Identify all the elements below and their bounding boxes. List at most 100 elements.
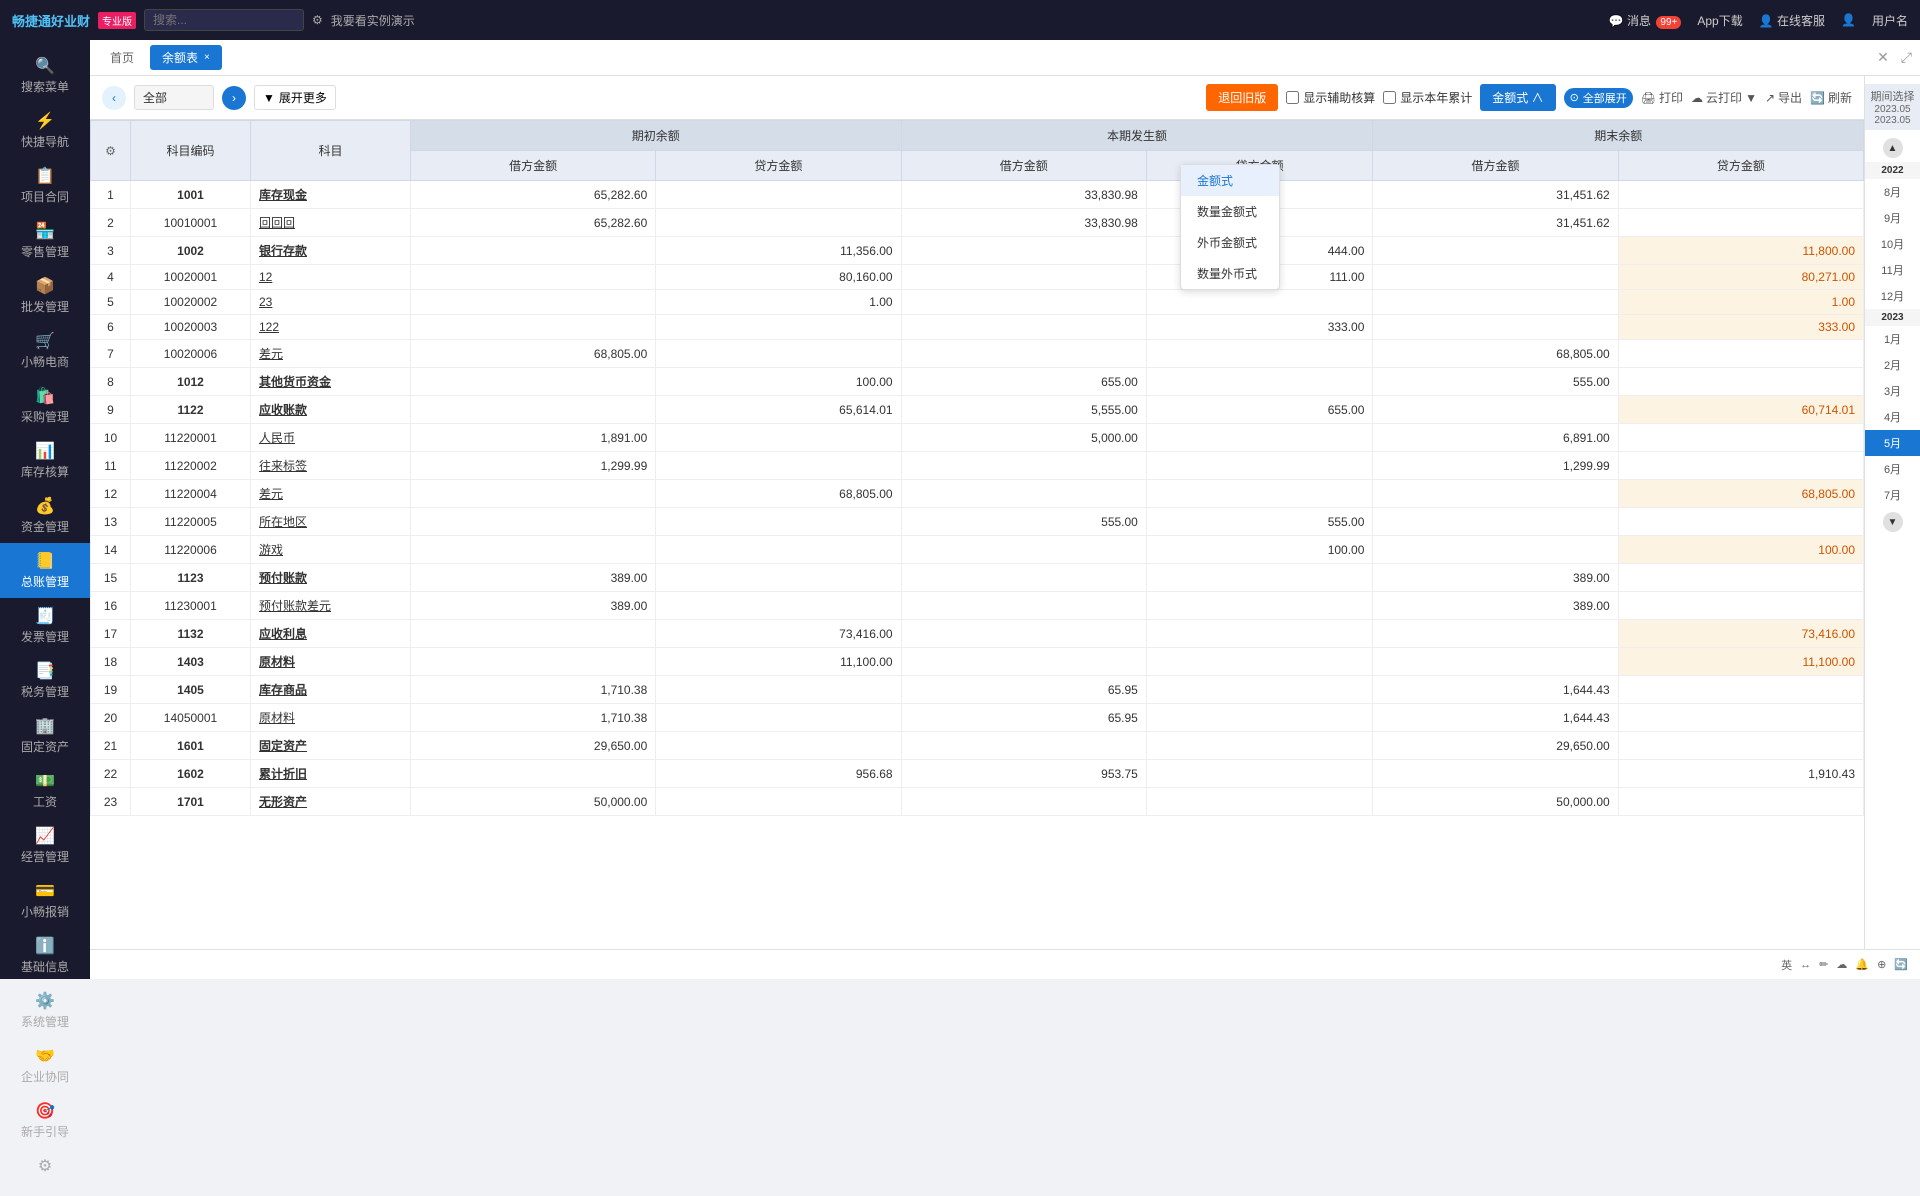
sidebar-item-invoice[interactable]: 🧾 发票管理 xyxy=(0,598,90,653)
row-subject[interactable]: 固定资产 xyxy=(251,732,411,760)
message-btn[interactable]: 💬 消息 99+ xyxy=(1609,12,1682,29)
show-year-total-check[interactable]: 显示本年累计 xyxy=(1383,89,1472,106)
online-service-btn[interactable]: 👤 在线客服 xyxy=(1759,12,1825,29)
table-settings-icon[interactable]: ⚙ xyxy=(105,144,116,158)
month-oct[interactable]: 10月 xyxy=(1865,231,1920,257)
month-sep[interactable]: 9月 xyxy=(1865,205,1920,231)
table-row[interactable]: 21 1601 固定资产 29,650.00 29,650.00 xyxy=(91,732,1864,760)
row-subject[interactable]: 银行存款 xyxy=(251,237,411,265)
month-jun[interactable]: 6月 xyxy=(1865,456,1920,482)
sidebar-item-quicknav[interactable]: ⚡ 快捷导航 xyxy=(0,103,90,158)
table-row[interactable]: 15 1123 预付账款 389.00 389.00 xyxy=(91,564,1864,592)
user-avatar[interactable]: 👤 xyxy=(1841,13,1856,27)
top-search-input[interactable] xyxy=(144,9,304,31)
table-row[interactable]: 23 1701 无形资产 50,000.00 50,000.00 xyxy=(91,788,1864,816)
sidebar-item-ledger[interactable]: 📒 总账管理 xyxy=(0,543,90,598)
row-subject[interactable]: 差元 xyxy=(251,480,411,508)
table-row[interactable]: 20 14050001 原材料 1,710.38 65.95 1,644.43 xyxy=(91,704,1864,732)
cloud-icon[interactable]: ☁ xyxy=(1836,958,1847,971)
format-btn[interactable]: 金额式 ∧ xyxy=(1480,84,1555,111)
row-subject[interactable]: 122 xyxy=(251,315,411,340)
table-row[interactable]: 14 11220006 游戏 100.00 100.00 xyxy=(91,536,1864,564)
sidebar-settings-btn[interactable]: ⚙ xyxy=(34,1148,56,1184)
row-subject[interactable]: 应收利息 xyxy=(251,620,411,648)
sidebar-item-basicinfo[interactable]: ℹ️ 基础信息 xyxy=(0,928,90,983)
month-jan[interactable]: 1月 xyxy=(1865,326,1920,352)
format-option-foreign-amount[interactable]: 外币金额式 xyxy=(1181,227,1279,258)
back-to-old-btn[interactable]: 退回旧版 xyxy=(1206,84,1278,111)
export-btn[interactable]: ↗ 导出 xyxy=(1765,89,1802,106)
format-option-amount[interactable]: 金额式 xyxy=(1181,165,1279,196)
notification-icon[interactable]: 🔔 xyxy=(1855,958,1869,971)
row-subject[interactable]: 所在地区 xyxy=(251,508,411,536)
month-apr[interactable]: 4月 xyxy=(1865,404,1920,430)
sidebar-item-tax[interactable]: 📑 税务管理 xyxy=(0,653,90,708)
tab-balance-sheet[interactable]: 余额表 × xyxy=(150,45,222,70)
back-btn[interactable]: ‹ xyxy=(102,86,126,110)
month-may[interactable]: 5月 xyxy=(1865,430,1920,456)
table-row[interactable]: 22 1602 累计折旧 956.68 953.75 1,910.43 xyxy=(91,760,1864,788)
row-subject[interactable]: 回回回 xyxy=(251,209,411,237)
sidebar-item-reimbursement[interactable]: 💳 小畅报销 xyxy=(0,873,90,928)
table-row[interactable]: 11 11220002 往来标签 1,299.99 1,299.99 xyxy=(91,452,1864,480)
table-row[interactable]: 8 1012 其他货币资金 100.00 655.00 555.00 xyxy=(91,368,1864,396)
table-row[interactable]: 19 1405 库存商品 1,710.38 65.95 1,644.43 xyxy=(91,676,1864,704)
panel-expand-btn[interactable]: ⤢ xyxy=(1901,49,1912,66)
add-icon[interactable]: ⊕ xyxy=(1877,958,1886,971)
row-subject[interactable]: 预付账款 xyxy=(251,564,411,592)
row-subject[interactable]: 其他货币资金 xyxy=(251,368,411,396)
table-row[interactable]: 7 10020006 差元 68,805.00 68,805.00 xyxy=(91,340,1864,368)
sidebar-item-inventory[interactable]: 📊 库存核算 xyxy=(0,433,90,488)
tab-home[interactable]: 首页 xyxy=(98,45,146,70)
row-subject[interactable]: 23 xyxy=(251,290,411,315)
table-row[interactable]: 12 11220004 差元 68,805.00 68,805.00 xyxy=(91,480,1864,508)
format-option-qty-amount[interactable]: 数量金额式 xyxy=(1181,196,1279,227)
row-subject[interactable]: 预付账款差元 xyxy=(251,592,411,620)
sidebar-item-funds[interactable]: 💰 资金管理 xyxy=(0,488,90,543)
nav-forward-btn[interactable]: › xyxy=(222,86,246,110)
table-row[interactable]: 17 1132 应收利息 73,416.00 73,416.00 xyxy=(91,620,1864,648)
app-download-btn[interactable]: App下载 xyxy=(1697,12,1742,29)
tab-close-btn[interactable]: × xyxy=(204,52,210,63)
panel-collapse-up-btn[interactable]: ▲ xyxy=(1883,138,1903,158)
format-option-qty-foreign[interactable]: 数量外币式 xyxy=(1181,258,1279,289)
month-nov[interactable]: 11月 xyxy=(1865,257,1920,283)
sidebar-item-project[interactable]: 📋 项目合同 xyxy=(0,158,90,213)
row-subject[interactable]: 应收账款 xyxy=(251,396,411,424)
sidebar-item-sysmanage[interactable]: ⚙️ 系统管理 xyxy=(0,983,90,1038)
table-row[interactable]: 2 10010001 回回回 65,282.60 33,830.98 31,45… xyxy=(91,209,1864,237)
sidebar-item-collab[interactable]: 🤝 企业协同 xyxy=(0,1038,90,1093)
row-subject[interactable]: 库存现金 xyxy=(251,181,411,209)
table-row[interactable]: 5 10020002 23 1.00 1.00 xyxy=(91,290,1864,315)
balance-table-wrapper[interactable]: ⚙ 科目编码 科目 期初余额 本期发生额 期末余额 借方金额 贷方金额 xyxy=(90,120,1864,949)
sidebar-item-ecommerce[interactable]: 🛒 小畅电商 xyxy=(0,323,90,378)
month-aug[interactable]: 8月 xyxy=(1865,179,1920,205)
expand-more-btn[interactable]: ▼ 展开更多 xyxy=(254,85,336,110)
table-row[interactable]: 6 10020003 122 333.00 333.00 xyxy=(91,315,1864,340)
settings-gear-icon[interactable]: ⚙ xyxy=(312,13,323,27)
row-subject[interactable]: 累计折旧 xyxy=(251,760,411,788)
row-subject[interactable]: 原材料 xyxy=(251,648,411,676)
row-subject[interactable]: 无形资产 xyxy=(251,788,411,816)
year-total-checkbox[interactable] xyxy=(1383,91,1396,104)
table-row[interactable]: 4 10020001 12 80,160.00 111.00 80,271.00 xyxy=(91,265,1864,290)
sidebar-item-retail[interactable]: 🏪 零售管理 xyxy=(0,213,90,268)
sidebar-item-search[interactable]: 🔍 搜索菜单 xyxy=(0,48,90,103)
sidebar-item-assets[interactable]: 🏢 固定资产 xyxy=(0,708,90,763)
refresh-btn[interactable]: 🔄 刷新 xyxy=(1810,89,1852,106)
print-btn[interactable]: 🖨 打印 xyxy=(1641,89,1683,106)
table-row[interactable]: 3 1002 银行存款 11,356.00 444.00 11,800.00 xyxy=(91,237,1864,265)
row-subject[interactable]: 差元 xyxy=(251,340,411,368)
table-row[interactable]: 16 11230001 预付账款差元 389.00 389.00 xyxy=(91,592,1864,620)
sidebar-item-purchase[interactable]: 🛍️ 采购管理 xyxy=(0,378,90,433)
month-dec[interactable]: 12月 xyxy=(1865,283,1920,309)
sidebar-item-management[interactable]: 📈 经营管理 xyxy=(0,818,90,873)
auxiliary-checkbox[interactable] xyxy=(1286,91,1299,104)
expand-all-toggle[interactable]: ⊙ 全部展开 xyxy=(1564,88,1633,108)
panel-collapse-down-btn[interactable]: ▼ xyxy=(1883,512,1903,532)
cloud-print-btn[interactable]: ☁ 云打印 ▼ xyxy=(1691,89,1757,106)
table-row[interactable]: 13 11220005 所在地区 555.00 555.00 xyxy=(91,508,1864,536)
sync-icon[interactable]: 🔄 xyxy=(1894,958,1908,971)
row-subject[interactable]: 往来标签 xyxy=(251,452,411,480)
sidebar-item-guide[interactable]: 🎯 新手引导 xyxy=(0,1093,90,1148)
